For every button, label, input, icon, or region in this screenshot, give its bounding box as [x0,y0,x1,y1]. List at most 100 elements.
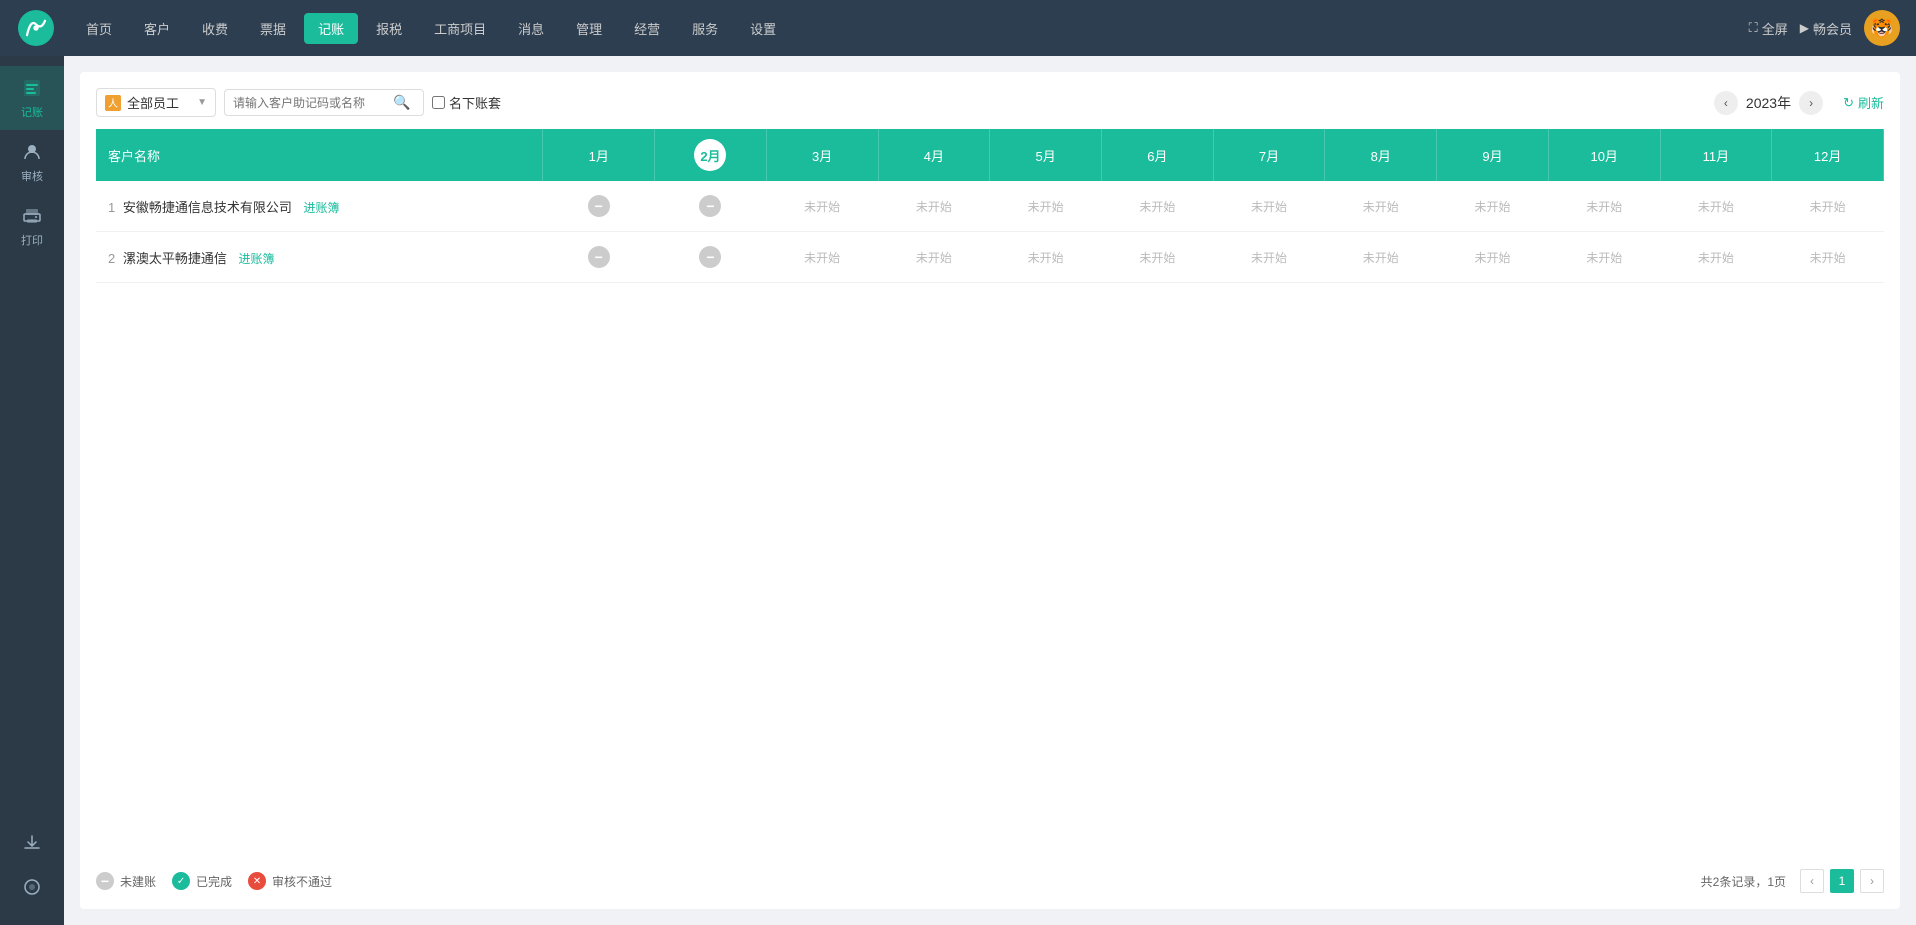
nav-operation[interactable]: 经营 [620,13,674,44]
not-started-status: 未开始 [1586,200,1622,214]
legend-label-not-built: 未建账 [120,873,156,890]
legend: − 未建账 ✓ 已完成 ✕ 审核不通过 [96,872,1701,890]
enter-link[interactable]: 进账簿 [239,252,275,266]
print-icon [20,204,44,228]
enter-link[interactable]: 进账簿 [304,201,340,215]
month-cell-8: 未开始 [1325,232,1437,283]
col-header-m4: 4月 [878,129,990,181]
col-header-m1: 1月 [543,129,655,181]
bookkeeping-icon [20,76,44,100]
legend-label-completed: 已完成 [196,873,232,890]
not-started-status: 未开始 [804,251,840,265]
nav-items: 首页 客户 收费 票据 记账 报税 工商项目 消息 管理 经营 服务 设置 [72,13,1749,44]
sidebar-item-audit[interactable]: 审核 [0,130,64,194]
search-button[interactable]: 🔍 [393,94,410,111]
client-number: 2 [108,251,115,266]
top-nav: 首页 客户 收费 票据 记账 报税 工商项目 消息 管理 经营 服务 设置 ⛶ … [0,0,1916,56]
nav-business[interactable]: 工商项目 [420,13,500,44]
page-info: 共2条记录，1页 [1701,873,1786,890]
table-row: 1 安徽畅捷通信息技术有限公司 进账簿−−未开始未开始未开始未开始未开始未开始未… [96,181,1884,232]
prev-year-button[interactable]: ‹ [1714,91,1738,115]
month-cell-7: 未开始 [1213,232,1325,283]
main-content: 人 全部员工 ▼ 🔍 名下账套 ‹ 2023年 › ↻ 刷新 [64,56,1916,925]
dash-status: − [699,195,721,217]
avatar[interactable]: 🐯 [1864,10,1900,46]
checkbox-wrap[interactable]: 名下账套 [432,93,501,112]
not-started-status: 未开始 [1363,251,1399,265]
client-name-cell: 2 漯澳太平畅捷通信 进账簿 [96,232,543,283]
dropdown-arrow-icon: ▼ [197,97,207,108]
not-started-status: 未开始 [1028,200,1064,214]
sidebar-item-download[interactable] [0,821,64,865]
col-header-m8: 8月 [1325,129,1437,181]
table-header-row: 客户名称 1月 2月 3月 4月 5月 6月 7月 8月 9月 10月 11月 [96,129,1884,181]
fullscreen-button[interactable]: ⛶ 全屏 [1749,19,1788,38]
month-cell-11: 未开始 [1660,181,1772,232]
col-header-m6: 6月 [1101,129,1213,181]
sidebar: 记账 审核 打印 [0,56,64,925]
check-icon: ✓ [177,876,185,887]
dash-status: − [699,246,721,268]
sidebar-label-print: 打印 [21,232,43,248]
month-cell-1[interactable]: − [543,181,655,232]
month-cell-7: 未开始 [1213,181,1325,232]
play-icon: ▶ [1800,21,1809,35]
toolbar: 人 全部员工 ▼ 🔍 名下账套 ‹ 2023年 › ↻ 刷新 [96,88,1884,117]
account-table: 客户名称 1月 2月 3月 4月 5月 6月 7月 8月 9月 10月 11月 [96,129,1884,283]
nav-bookkeeping[interactable]: 记账 [304,13,358,44]
next-year-button[interactable]: › [1799,91,1823,115]
search-input[interactable] [233,96,393,110]
month-cell-9: 未开始 [1437,232,1549,283]
fullscreen-icon: ⛶ [1749,20,1758,36]
prev-page-button[interactable]: ‹ [1800,869,1824,893]
sidebar-item-bookkeeping[interactable]: 记账 [0,66,64,130]
table-footer: − 未建账 ✓ 已完成 ✕ 审核不通过 共2条记 [96,857,1884,893]
nav-customer[interactable]: 客户 [130,13,184,44]
month-cell-2[interactable]: − [655,232,767,283]
nav-settings[interactable]: 设置 [736,13,790,44]
nav-manage[interactable]: 管理 [562,13,616,44]
nav-message[interactable]: 消息 [504,13,558,44]
col-header-m3: 3月 [766,129,878,181]
table-row: 2 漯澳太平畅捷通信 进账簿−−未开始未开始未开始未开始未开始未开始未开始未开始… [96,232,1884,283]
dash-icon: − [101,873,109,889]
refresh-button[interactable]: ↻ 刷新 [1843,93,1884,112]
col-header-m7: 7月 [1213,129,1325,181]
month-cell-11: 未开始 [1660,232,1772,283]
not-started-status: 未开始 [1586,251,1622,265]
nav-invoice[interactable]: 票据 [246,13,300,44]
not-started-status: 未开始 [916,251,952,265]
nav-charge[interactable]: 收费 [188,13,242,44]
month-cell-10: 未开始 [1548,181,1660,232]
month-cell-1[interactable]: − [543,232,655,283]
my-accounts-checkbox[interactable] [432,96,445,109]
nav-home[interactable]: 首页 [72,13,126,44]
month-cell-5: 未开始 [990,232,1102,283]
col-header-m11: 11月 [1660,129,1772,181]
month-cell-2[interactable]: − [655,181,767,232]
sidebar-label-bookkeeping: 记账 [21,104,43,120]
month-cell-12: 未开始 [1772,181,1884,232]
month-cell-3: 未开始 [766,181,878,232]
employee-select[interactable]: 人 全部员工 ▼ [96,88,216,117]
year-nav: ‹ 2023年 › [1714,91,1823,115]
vip-button[interactable]: ▶ 畅会员 [1800,19,1852,38]
vip-label: 畅会员 [1813,19,1852,38]
legend-label-failed: 审核不通过 [272,873,332,890]
nav-tax[interactable]: 报税 [362,13,416,44]
nav-service[interactable]: 服务 [678,13,732,44]
month-cell-6: 未开始 [1101,232,1213,283]
sidebar-item-support[interactable] [0,865,64,909]
col-header-m12: 12月 [1772,129,1884,181]
content-wrapper: 人 全部员工 ▼ 🔍 名下账套 ‹ 2023年 › ↻ 刷新 [80,72,1900,909]
next-page-button[interactable]: › [1860,869,1884,893]
not-started-status: 未开始 [1810,200,1846,214]
refresh-label: 刷新 [1858,93,1884,112]
nav-right: ⛶ 全屏 ▶ 畅会员 🐯 [1749,10,1900,46]
col-header-m9: 9月 [1437,129,1549,181]
audit-icon [20,140,44,164]
support-icon [20,875,44,899]
table-wrapper: 客户名称 1月 2月 3月 4月 5月 6月 7月 8月 9月 10月 11月 [96,129,1884,283]
sidebar-item-print[interactable]: 打印 [0,194,64,258]
fullscreen-label: 全屏 [1762,19,1788,38]
